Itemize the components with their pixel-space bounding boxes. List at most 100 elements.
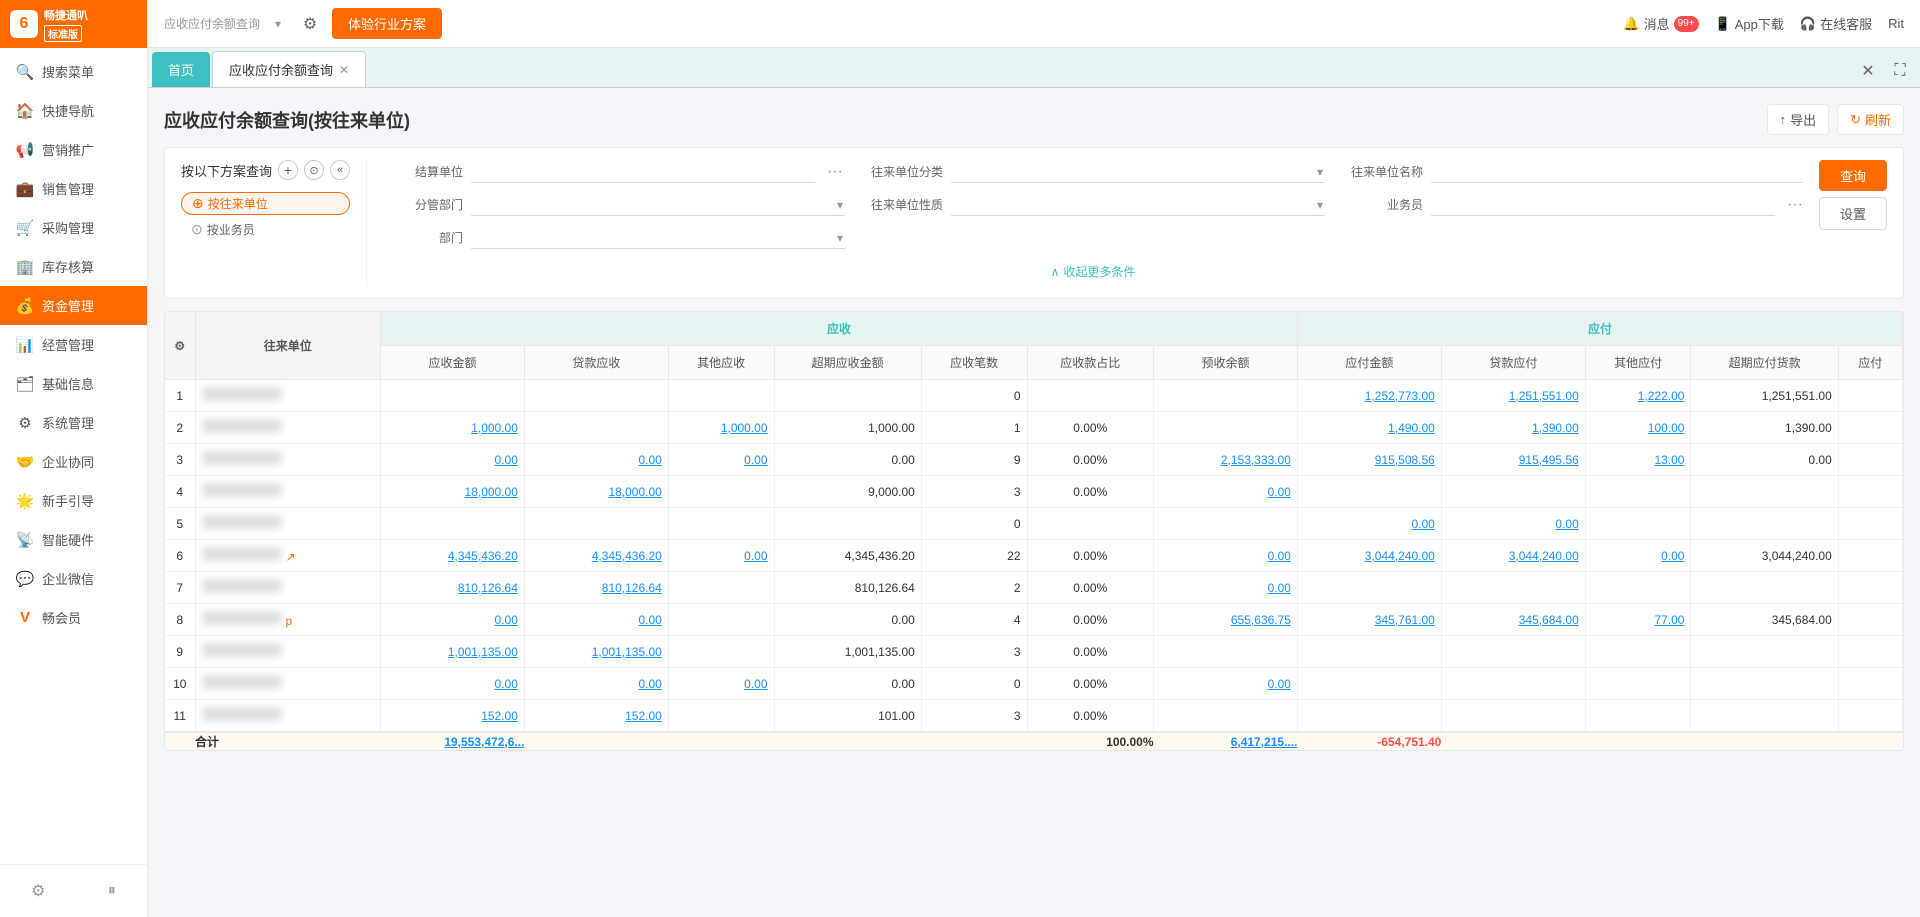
messages-btn[interactable]: 🔔 消息 99+: [1623, 14, 1698, 33]
table-row: 91,001,135.001,001,135.001,001,135.0030.…: [165, 636, 1903, 668]
filter-settings-btn[interactable]: ⊙: [304, 160, 324, 180]
topbar-gear-btn[interactable]: ⚙: [296, 10, 324, 38]
app-download-btn[interactable]: 📱 App下载: [1715, 14, 1784, 33]
refresh-btn[interactable]: ↻ 刷新: [1837, 104, 1904, 135]
query-btn[interactable]: 查询: [1819, 160, 1887, 191]
tab-arb-close[interactable]: ✕: [339, 63, 349, 77]
table-cell[interactable]: 4,345,436.20: [524, 540, 668, 572]
sidebar-item-wechat[interactable]: 💬 企业微信: [0, 559, 147, 598]
table-cell[interactable]: 18,000.00: [524, 476, 668, 508]
filter-plan-1[interactable]: ⊕ 按往来单位: [181, 192, 350, 215]
table-cell[interactable]: 0.00: [1154, 668, 1298, 700]
filter-collapse-side-btn[interactable]: «: [330, 160, 350, 180]
sidebar-item-search[interactable]: 🔍 搜索菜单: [0, 52, 147, 91]
table-cell[interactable]: 152.00: [524, 700, 668, 733]
table-cell[interactable]: 915,508.56: [1297, 444, 1441, 476]
sidebar-item-operation[interactable]: 📊 经营管理: [0, 325, 147, 364]
table-cell[interactable]: 0.00: [1441, 508, 1585, 540]
sidebar-item-system[interactable]: ⚙ 系统管理: [0, 403, 147, 442]
input-partner-name[interactable]: [1431, 160, 1803, 183]
table-cell[interactable]: 77.00: [1585, 604, 1691, 636]
sidebar-item-basic[interactable]: 🗂 基础信息: [0, 364, 147, 403]
table-cell[interactable]: 0.00: [524, 444, 668, 476]
footer-ar-amount[interactable]: 19,553,472,6...: [380, 732, 524, 750]
table-cell[interactable]: 345,761.00: [1297, 604, 1441, 636]
table-cell[interactable]: 0.00: [1154, 540, 1298, 572]
table-cell[interactable]: 4,345,436.20: [380, 540, 524, 572]
sidebar-item-purchase[interactable]: 🛒 采购管理: [0, 208, 147, 247]
footer-ar-prepaid[interactable]: 6,417,215....: [1154, 732, 1298, 750]
table-cell[interactable]: 810,126.64: [524, 572, 668, 604]
online-service-btn[interactable]: 🎧 在线客服: [1800, 14, 1872, 33]
sidebar-item-hardware[interactable]: 📡 智能硬件: [0, 520, 147, 559]
table-cell[interactable]: 655,636.75: [1154, 604, 1298, 636]
sidebar-item-guide[interactable]: 🌟 新手引导: [0, 481, 147, 520]
table-cell[interactable]: 1,000.00: [380, 412, 524, 444]
select-department[interactable]: [471, 226, 845, 249]
table-cell[interactable]: 1,490.00: [1297, 412, 1441, 444]
label-department: 部门: [383, 229, 463, 246]
table-cell[interactable]: 0.00: [1154, 476, 1298, 508]
table-cell[interactable]: 0.00: [1154, 572, 1298, 604]
table-cell[interactable]: 0.00: [380, 604, 524, 636]
input-salesman[interactable]: [1431, 193, 1775, 216]
sidebar-item-enterprise[interactable]: 🤝 企业协同: [0, 442, 147, 481]
table-cell[interactable]: 152.00: [380, 700, 524, 733]
select-dept[interactable]: [471, 193, 845, 216]
logo-text: 畅捷通叭: [44, 7, 88, 23]
table-cell[interactable]: 1,390.00: [1441, 412, 1585, 444]
table-cell[interactable]: 2,153,333.00: [1154, 444, 1298, 476]
sidebar-item-sales[interactable]: 💼 销售管理: [0, 169, 147, 208]
table-cell[interactable]: 1,252,773.00: [1297, 380, 1441, 412]
table-cell[interactable]: 915,495.56: [1441, 444, 1585, 476]
table-cell[interactable]: 0.00: [1585, 540, 1691, 572]
table-cell: 0.00: [774, 668, 921, 700]
table-cell[interactable]: 1,001,135.00: [524, 636, 668, 668]
table-cell[interactable]: 0.00: [524, 604, 668, 636]
footer-ap-overdue: [1691, 732, 1838, 750]
select-partner-nature[interactable]: [951, 193, 1325, 216]
table-cell[interactable]: 0.00: [1297, 508, 1441, 540]
sidebar-item-inventory[interactable]: 🏢 库存核算: [0, 247, 147, 286]
table-cell[interactable]: 18,000.00: [380, 476, 524, 508]
export-btn[interactable]: ↑ 导出: [1767, 104, 1830, 135]
salesman-dots[interactable]: ···: [1787, 196, 1803, 214]
table-cell[interactable]: 0.00: [668, 540, 774, 572]
table-cell[interactable]: 0.00: [380, 444, 524, 476]
filter-add-btn[interactable]: +: [278, 160, 298, 180]
input-settlement[interactable]: [471, 160, 815, 183]
sidebar-item-marketing[interactable]: 📢 营销推广: [0, 130, 147, 169]
user-profile[interactable]: Rit: [1888, 16, 1904, 31]
select-partner-category[interactable]: [951, 160, 1325, 183]
table-cell[interactable]: 345,684.00: [1441, 604, 1585, 636]
table-cell[interactable]: 1,000.00: [668, 412, 774, 444]
table-cell[interactable]: 1,222.00: [1585, 380, 1691, 412]
table-cell[interactable]: 3,044,240.00: [1297, 540, 1441, 572]
trial-btn[interactable]: 体验行业方案: [332, 8, 442, 39]
table-cell[interactable]: 1,251,551.00: [1441, 380, 1585, 412]
sidebar-item-quick[interactable]: 🏠 快捷导航: [0, 91, 147, 130]
table-cell[interactable]: 13.00: [1585, 444, 1691, 476]
table-cell[interactable]: 1,001,135.00: [380, 636, 524, 668]
sidebar-settings-btn[interactable]: ⚙: [23, 873, 53, 909]
breadcrumb-dropdown[interactable]: ▾: [268, 14, 288, 34]
table-cell[interactable]: 810,126.64: [380, 572, 524, 604]
sidebar-item-member[interactable]: V 畅会员: [0, 598, 147, 637]
table-cell[interactable]: 3,044,240.00: [1441, 540, 1585, 572]
table-cell[interactable]: 100.00: [1585, 412, 1691, 444]
tab-arb[interactable]: 应收应付余额查询 ✕: [212, 51, 366, 87]
sidebar-collapse-btn[interactable]: ⏸: [100, 874, 124, 908]
table-cell[interactable]: 0.00: [668, 444, 774, 476]
sidebar-item-finance[interactable]: 💰 资金管理: [0, 286, 147, 325]
tab-close-btn[interactable]: ✕: [1856, 59, 1880, 83]
tab-expand-btn[interactable]: ⛶: [1888, 59, 1912, 83]
tab-home[interactable]: 首页: [152, 52, 210, 87]
settings-btn[interactable]: 设置: [1819, 197, 1887, 230]
table-cell[interactable]: 0.00: [524, 668, 668, 700]
table-settings-icon[interactable]: ⚙: [174, 339, 185, 353]
filter-plan-2[interactable]: ⊙ 按业务员: [181, 219, 350, 240]
table-cell[interactable]: 0.00: [380, 668, 524, 700]
table-cell[interactable]: 0.00: [668, 668, 774, 700]
filter-collapse-btn[interactable]: ∧ 收起更多条件: [383, 257, 1803, 286]
settlement-dots[interactable]: ···: [827, 163, 843, 181]
